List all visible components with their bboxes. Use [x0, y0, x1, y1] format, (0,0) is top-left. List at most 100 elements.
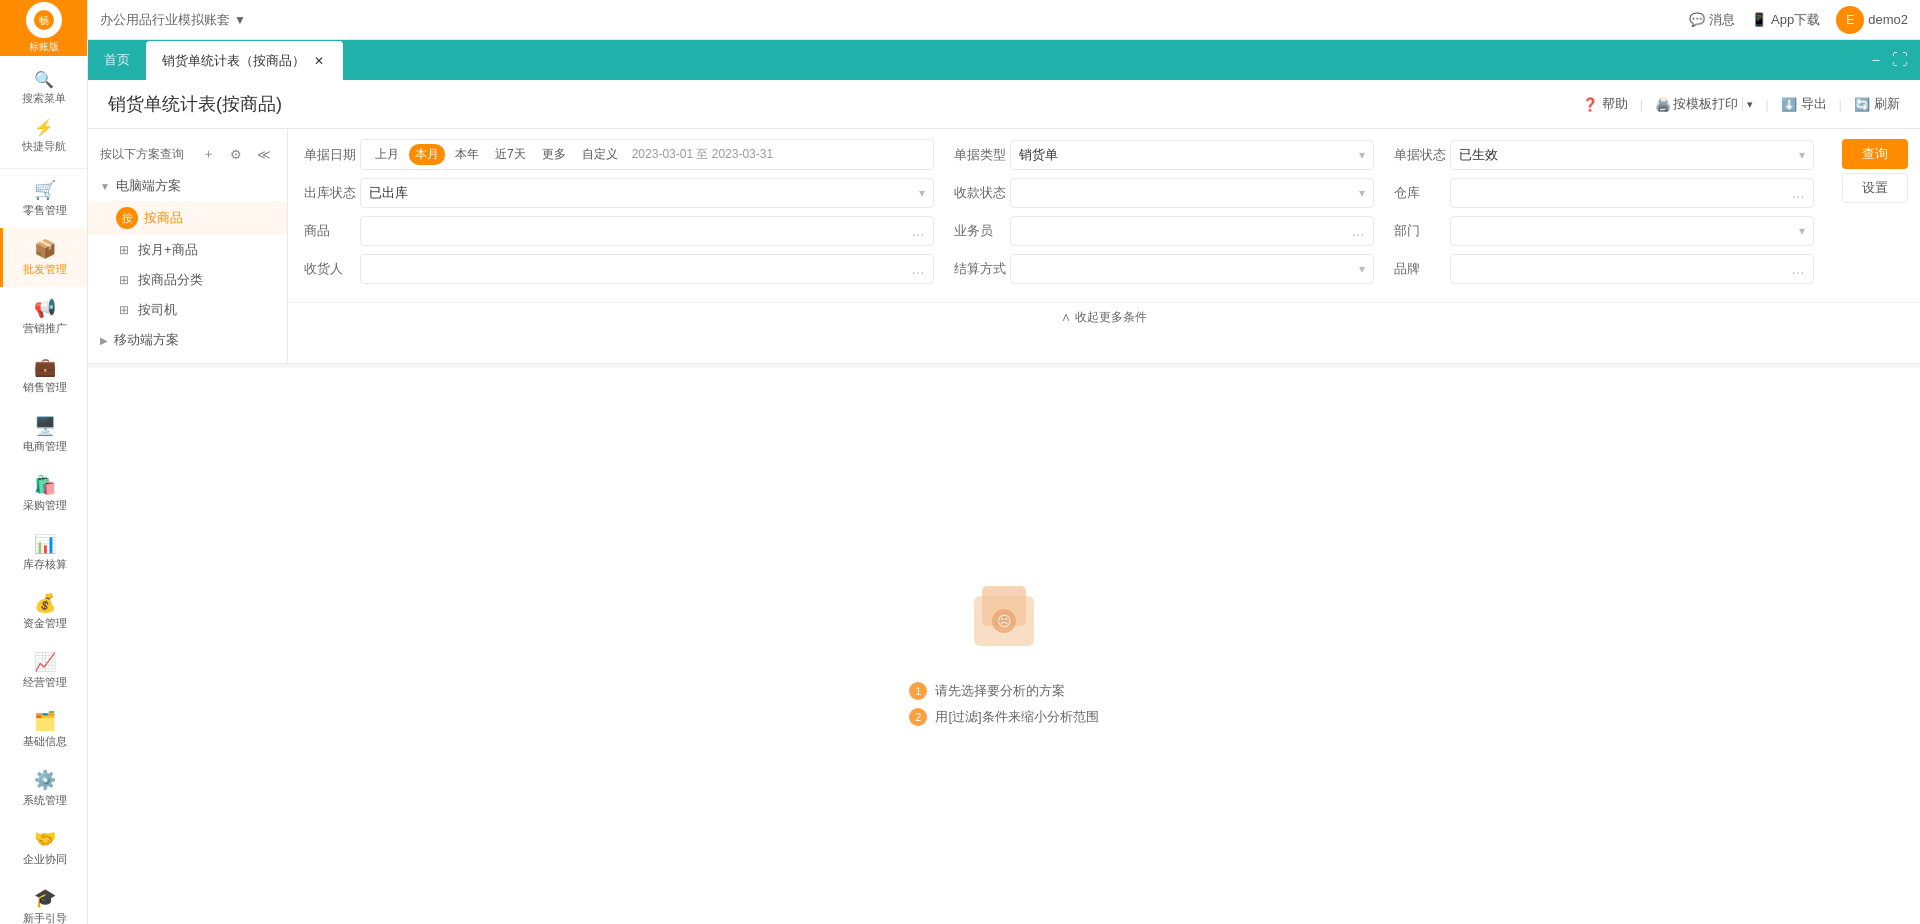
empty-hint-2: 2 用[过滤]条件来缩小分析范围: [909, 708, 1098, 726]
date-control[interactable]: 上月 本月 本年 近7天 更多 自定义 2023-03-01 至 2023-03…: [360, 139, 934, 170]
brand-dots[interactable]: …: [1791, 261, 1805, 277]
scheme-settings-btn[interactable]: ⚙: [225, 143, 247, 165]
scheme-add-btn[interactable]: ＋: [197, 143, 219, 165]
template-print-dropdown-btn[interactable]: ▾: [1747, 98, 1753, 111]
sidebar-item-system[interactable]: ⚙️ 系统管理: [0, 759, 87, 818]
scheme-group-mobile: ▶ 移动端方案: [88, 325, 287, 355]
date-tab-7days[interactable]: 近7天: [489, 144, 532, 165]
content-area: 销货单统计表(按商品) ❓ 帮助 | 🖨️ 按模板打印 ▾ | ⬇️: [88, 80, 1920, 924]
filter-date-item: 单据日期 上月 本月 本年 近7天 更多 自定义: [304, 139, 934, 170]
category-icon: ⊞: [116, 272, 132, 288]
sidebar-item-purchase[interactable]: 🛍️ 采购管理: [0, 464, 87, 523]
sidebar-item-sales[interactable]: 💼 销售管理: [0, 346, 87, 405]
hint-num-2: 2: [909, 708, 927, 726]
warehouse-label: 仓库: [1394, 184, 1450, 202]
help-btn[interactable]: ❓ 帮助: [1582, 95, 1628, 113]
settings-btn[interactable]: 设置: [1842, 173, 1908, 203]
filter-warehouse-item: 仓库 …: [1394, 178, 1814, 208]
filter-right: 单据日期 上月 本月 本年 近7天 更多 自定义: [288, 129, 1920, 363]
newbie-icon: 🎓: [34, 887, 56, 909]
template-print-label: 按模板打印: [1673, 95, 1738, 113]
collect-status-label: 收款状态: [954, 184, 1010, 202]
sidebar-item-newbie[interactable]: 🎓 新手引导: [0, 877, 87, 924]
collapse-conditions-btn[interactable]: ∧ 收起更多条件: [288, 302, 1920, 332]
enterprise-icon: 🤝: [34, 828, 56, 850]
scheme-active-circle: 按: [116, 207, 138, 229]
quick-nav-label: 快捷导航: [22, 139, 66, 154]
scheme-group-pc-header[interactable]: ▼ 电脑端方案: [88, 171, 287, 201]
filter-settlement-item: 结算方式 ▾: [954, 254, 1374, 284]
sidebar-item-inventory[interactable]: 📊 库存核算: [0, 523, 87, 582]
quick-nav-item[interactable]: ⚡ 快捷导航: [0, 112, 87, 160]
scheme-item-by-category[interactable]: ⊞ 按商品分类: [88, 265, 287, 295]
template-print-btn[interactable]: 🖨️ 按模板打印: [1655, 95, 1738, 113]
empty-hints: 1 请先选择要分析的方案 2 用[过滤]条件来缩小分析范围: [909, 682, 1098, 726]
out-status-control[interactable]: 已出库 ▾: [360, 178, 934, 208]
settlement-control[interactable]: ▾: [1010, 254, 1374, 284]
salesperson-dots[interactable]: …: [1351, 223, 1365, 239]
refresh-btn[interactable]: 🔄 刷新: [1854, 95, 1900, 113]
sidebar-item-marketing[interactable]: 📢 营销推广: [0, 287, 87, 346]
sidebar-item-operations[interactable]: 📈 经营管理: [0, 641, 87, 700]
sidebar-item-enterprise[interactable]: 🤝 企业协同: [0, 818, 87, 877]
message-btn[interactable]: 💬 消息: [1689, 11, 1735, 29]
tab-home[interactable]: 首页: [88, 40, 146, 80]
receiver-dots[interactable]: …: [911, 261, 925, 277]
date-tab-custom[interactable]: 自定义: [576, 144, 624, 165]
collect-status-dropdown-icon: ▾: [1359, 186, 1365, 200]
department-control[interactable]: ▾: [1450, 216, 1814, 246]
date-tab-thisyear[interactable]: 本年: [449, 144, 485, 165]
search-menu-item[interactable]: 🔍 搜索菜单: [0, 64, 87, 112]
tab-minimize-btn[interactable]: －: [1868, 50, 1884, 71]
system-icon: ⚙️: [34, 769, 56, 791]
tab-sales-stat[interactable]: 销货单统计表（按商品） ✕: [146, 41, 343, 81]
order-status-label: 单据状态: [1394, 146, 1450, 164]
marketing-label: 营销推广: [23, 321, 67, 336]
scheme-item-by-month-goods[interactable]: ⊞ 按月+商品: [88, 235, 287, 265]
sidebar-item-retail[interactable]: 🛒 零售管理: [0, 169, 87, 228]
tab-maximize-btn[interactable]: ⛶: [1892, 51, 1908, 69]
salesperson-control[interactable]: …: [1010, 216, 1374, 246]
warehouse-dots[interactable]: …: [1791, 185, 1805, 201]
order-status-control[interactable]: 已生效 ▾: [1450, 140, 1814, 170]
export-label: 导出: [1801, 95, 1827, 113]
app-download-btn[interactable]: 📱 App下载: [1751, 11, 1820, 29]
dropdown-sep: [1742, 97, 1743, 111]
nav-icon: ⚡: [34, 118, 54, 137]
scheme-item-by-goods[interactable]: 按 按商品: [88, 201, 287, 235]
message-label: 消息: [1709, 11, 1735, 29]
scheme-collapse-btn[interactable]: ≪: [253, 143, 275, 165]
goods-dots[interactable]: …: [911, 223, 925, 239]
date-tab-more[interactable]: 更多: [536, 144, 572, 165]
date-tab-lastmonth[interactable]: 上月: [369, 144, 405, 165]
warehouse-control[interactable]: …: [1450, 178, 1814, 208]
query-btn[interactable]: 查询: [1842, 139, 1908, 169]
filter-actions: 查询 设置: [1830, 129, 1920, 302]
order-type-control[interactable]: 销货单 ▾: [1010, 140, 1374, 170]
scheme-header-icons: ＋ ⚙ ≪: [197, 143, 275, 165]
date-tab-thismonth[interactable]: 本月: [409, 144, 445, 165]
topbar-title: 办公用品行业模拟账套 ▼: [100, 11, 246, 29]
date-range-text: 2023-03-01 至 2023-03-31: [632, 146, 773, 163]
scheme-group-mobile-header[interactable]: ▶ 移动端方案: [88, 325, 287, 355]
search-icon: 🔍: [34, 70, 54, 89]
sidebar-logo[interactable]: 畅 标账版: [0, 0, 87, 56]
goods-control[interactable]: …: [360, 216, 934, 246]
sidebar-item-basic[interactable]: 🗂️ 基础信息: [0, 700, 87, 759]
brand-control[interactable]: …: [1450, 254, 1814, 284]
user-menu[interactable]: E demo2: [1836, 6, 1908, 34]
collect-status-control[interactable]: ▾: [1010, 178, 1374, 208]
export-btn[interactable]: ⬇️ 导出: [1781, 95, 1827, 113]
tab-close-btn[interactable]: ✕: [311, 53, 327, 69]
out-status-label: 出库状态: [304, 184, 360, 202]
topbar-dropdown-icon[interactable]: ▼: [234, 13, 246, 27]
sidebar-item-wholesale[interactable]: 📦 批发管理: [0, 228, 87, 287]
settlement-label: 结算方式: [954, 260, 1010, 278]
receiver-control[interactable]: …: [360, 254, 934, 284]
sidebar-item-finance[interactable]: 💰 资金管理: [0, 582, 87, 641]
scheme-item-by-cashier[interactable]: ⊞ 按司机: [88, 295, 287, 325]
sidebar-search-section: 🔍 搜索菜单 ⚡ 快捷导航: [0, 56, 87, 169]
date-tabs: 上月 本月 本年 近7天 更多 自定义: [369, 144, 624, 165]
logo-icon: 畅: [26, 2, 62, 38]
sidebar-item-ecommerce[interactable]: 🖥️ 电商管理: [0, 405, 87, 464]
